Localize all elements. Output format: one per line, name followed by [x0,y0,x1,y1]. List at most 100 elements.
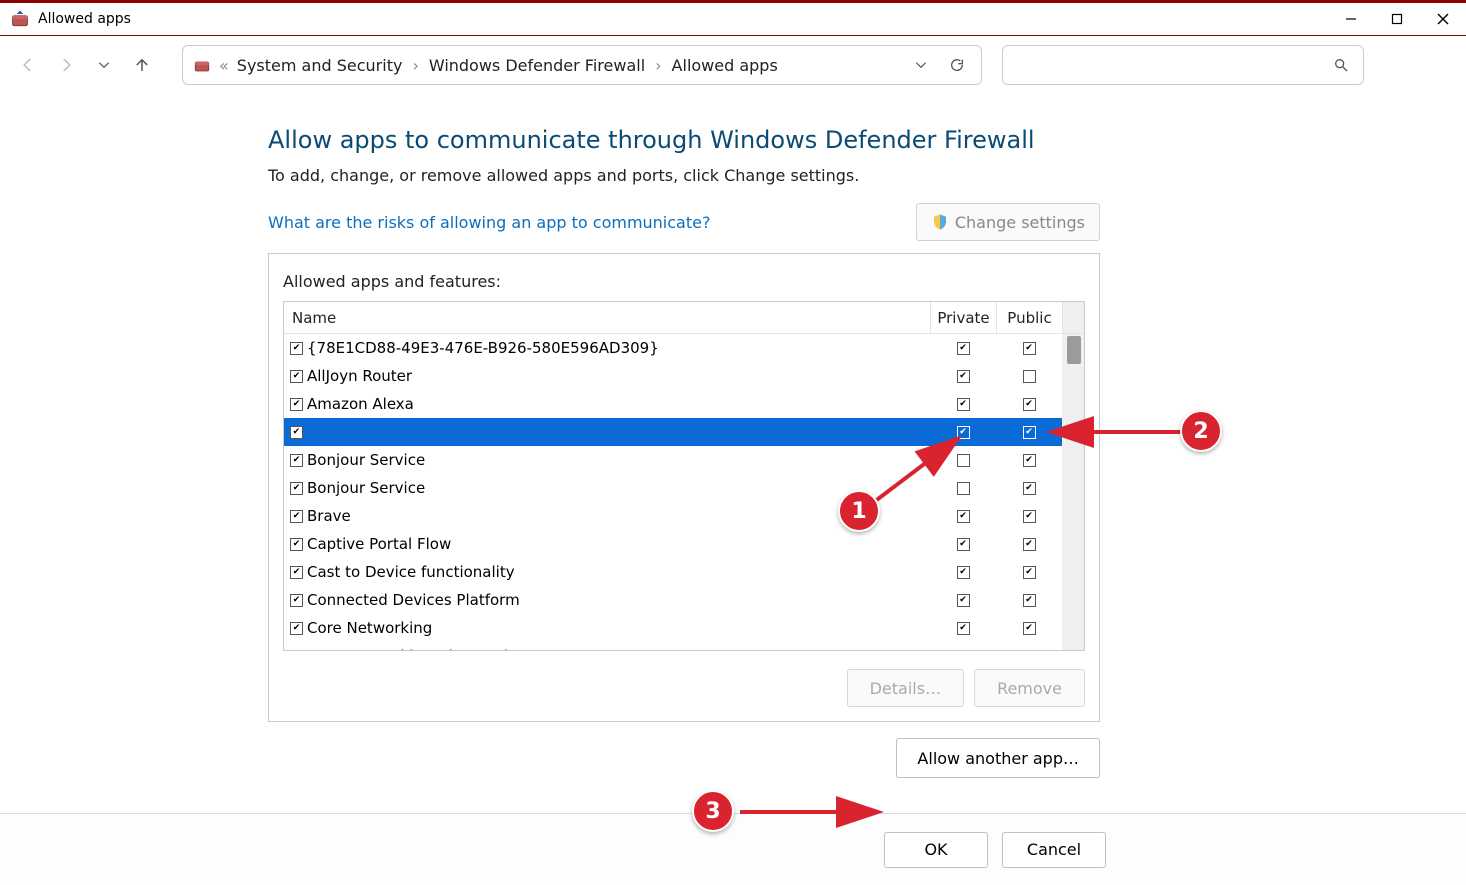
enable-checkbox[interactable] [290,622,303,635]
group-label: Allowed apps and features: [283,272,1085,291]
allowed-apps-groupbox: Allowed apps and features: Name Private … [268,253,1100,722]
public-checkbox[interactable] [1023,566,1036,579]
breadcrumb-1[interactable]: Windows Defender Firewall [429,56,645,75]
private-checkbox[interactable] [957,650,970,651]
public-checkbox[interactable] [1023,370,1036,383]
table-row[interactable]: Core Networking Diagnostics [284,642,1084,650]
table-row[interactable]: Bonjour Service [284,474,1084,502]
page-subtitle: To add, change, or remove allowed apps a… [268,166,1458,185]
shield-icon [931,213,949,231]
public-checkbox[interactable] [1023,538,1036,551]
table-row[interactable]: AllJoyn Router [284,362,1084,390]
enable-checkbox[interactable] [290,426,303,439]
table-row[interactable]: Captive Portal Flow [284,530,1084,558]
enable-checkbox[interactable] [290,454,303,467]
maximize-button[interactable] [1374,3,1420,35]
dialog-footer: OK Cancel [0,813,1466,885]
allow-another-app-button[interactable]: Allow another app… [896,738,1100,778]
content-area: Allow apps to communicate through Window… [8,96,1458,781]
private-checkbox[interactable] [957,566,970,579]
table-row[interactable]: Brave [284,502,1084,530]
private-checkbox[interactable] [957,510,970,523]
grid-body[interactable]: {78E1CD88-49E3-476E-B926-580E596AD309} Al… [284,334,1084,650]
enable-checkbox[interactable] [290,538,303,551]
enable-checkbox[interactable] [290,482,303,495]
public-checkbox[interactable] [1023,650,1036,651]
breadcrumb-0[interactable]: System and Security [237,56,403,75]
scrollbar-thumb[interactable] [1067,336,1081,364]
window-title: Allowed apps [38,11,131,27]
table-row[interactable]: {78E1CD88-49E3-476E-B926-580E596AD309} [284,334,1084,362]
close-button[interactable] [1420,3,1466,35]
public-checkbox[interactable] [1023,342,1036,355]
row-name: Core Networking Diagnostics [307,647,524,650]
enable-checkbox[interactable] [290,342,303,355]
private-checkbox[interactable] [957,426,970,439]
public-checkbox[interactable] [1023,426,1036,439]
public-checkbox[interactable] [1023,454,1036,467]
table-row[interactable]: Bonjour Service [284,446,1084,474]
public-checkbox[interactable] [1023,398,1036,411]
public-checkbox[interactable] [1023,594,1036,607]
private-checkbox[interactable] [957,538,970,551]
column-name[interactable]: Name [284,302,930,333]
private-checkbox[interactable] [957,342,970,355]
table-row[interactable]: Amazon Alexa [284,390,1084,418]
annotation-badge-1: 1 [838,490,880,532]
allowed-apps-grid: Name Private Public {78E1CD88-49E3-476E-… [283,301,1085,651]
remove-button[interactable]: Remove [974,669,1085,707]
row-name: AllJoyn Router [307,367,412,385]
chevron-right-icon: › [410,56,420,75]
breadcrumb-2[interactable]: Allowed apps [672,56,778,75]
enable-checkbox[interactable] [290,650,303,651]
private-checkbox[interactable] [957,454,970,467]
titlebar: Allowed apps [0,0,1466,36]
row-name: Captive Portal Flow [307,535,451,553]
page-heading: Allow apps to communicate through Window… [268,126,1458,154]
row-name: Bonjour Service [307,451,425,469]
chevron-right-icon: › [653,56,663,75]
annotation-badge-2: 2 [1180,410,1222,452]
refresh-button[interactable] [943,51,971,79]
table-row[interactable] [284,418,1084,446]
column-public[interactable]: Public [996,302,1062,333]
row-name: {78E1CD88-49E3-476E-B926-580E596AD309} [307,339,659,357]
private-checkbox[interactable] [957,482,970,495]
back-button[interactable] [12,49,44,81]
table-row[interactable]: Core Networking [284,614,1084,642]
minimize-button[interactable] [1328,3,1374,35]
table-row[interactable]: Cast to Device functionality [284,558,1084,586]
enable-checkbox[interactable] [290,566,303,579]
enable-checkbox[interactable] [290,398,303,411]
private-checkbox[interactable] [957,594,970,607]
public-checkbox[interactable] [1023,510,1036,523]
annotation-badge-3: 3 [692,790,734,832]
private-checkbox[interactable] [957,622,970,635]
enable-checkbox[interactable] [290,510,303,523]
grid-scrollbar[interactable] [1062,334,1084,650]
enable-checkbox[interactable] [290,594,303,607]
private-checkbox[interactable] [957,370,970,383]
risk-link[interactable]: What are the risks of allowing an app to… [268,213,710,232]
recent-dropdown[interactable] [88,49,120,81]
search-input[interactable] [1002,45,1364,85]
column-private[interactable]: Private [930,302,996,333]
nav-row: « System and Security › Windows Defender… [0,36,1466,94]
cancel-button[interactable]: Cancel [1002,832,1106,868]
address-bar[interactable]: « System and Security › Windows Defender… [182,45,982,85]
change-settings-button[interactable]: Change settings [916,203,1100,241]
address-dropdown[interactable] [907,51,935,79]
public-checkbox[interactable] [1023,622,1036,635]
enable-checkbox[interactable] [290,370,303,383]
up-button[interactable] [126,49,158,81]
public-checkbox[interactable] [1023,482,1036,495]
forward-button[interactable] [50,49,82,81]
change-settings-label: Change settings [955,213,1085,232]
private-checkbox[interactable] [957,398,970,411]
breadcrumb-prefix: « [219,56,229,75]
grid-header: Name Private Public [284,302,1084,334]
table-row[interactable]: Connected Devices Platform [284,586,1084,614]
ok-button[interactable]: OK [884,832,988,868]
search-icon [1333,57,1349,73]
details-button[interactable]: Details… [847,669,964,707]
